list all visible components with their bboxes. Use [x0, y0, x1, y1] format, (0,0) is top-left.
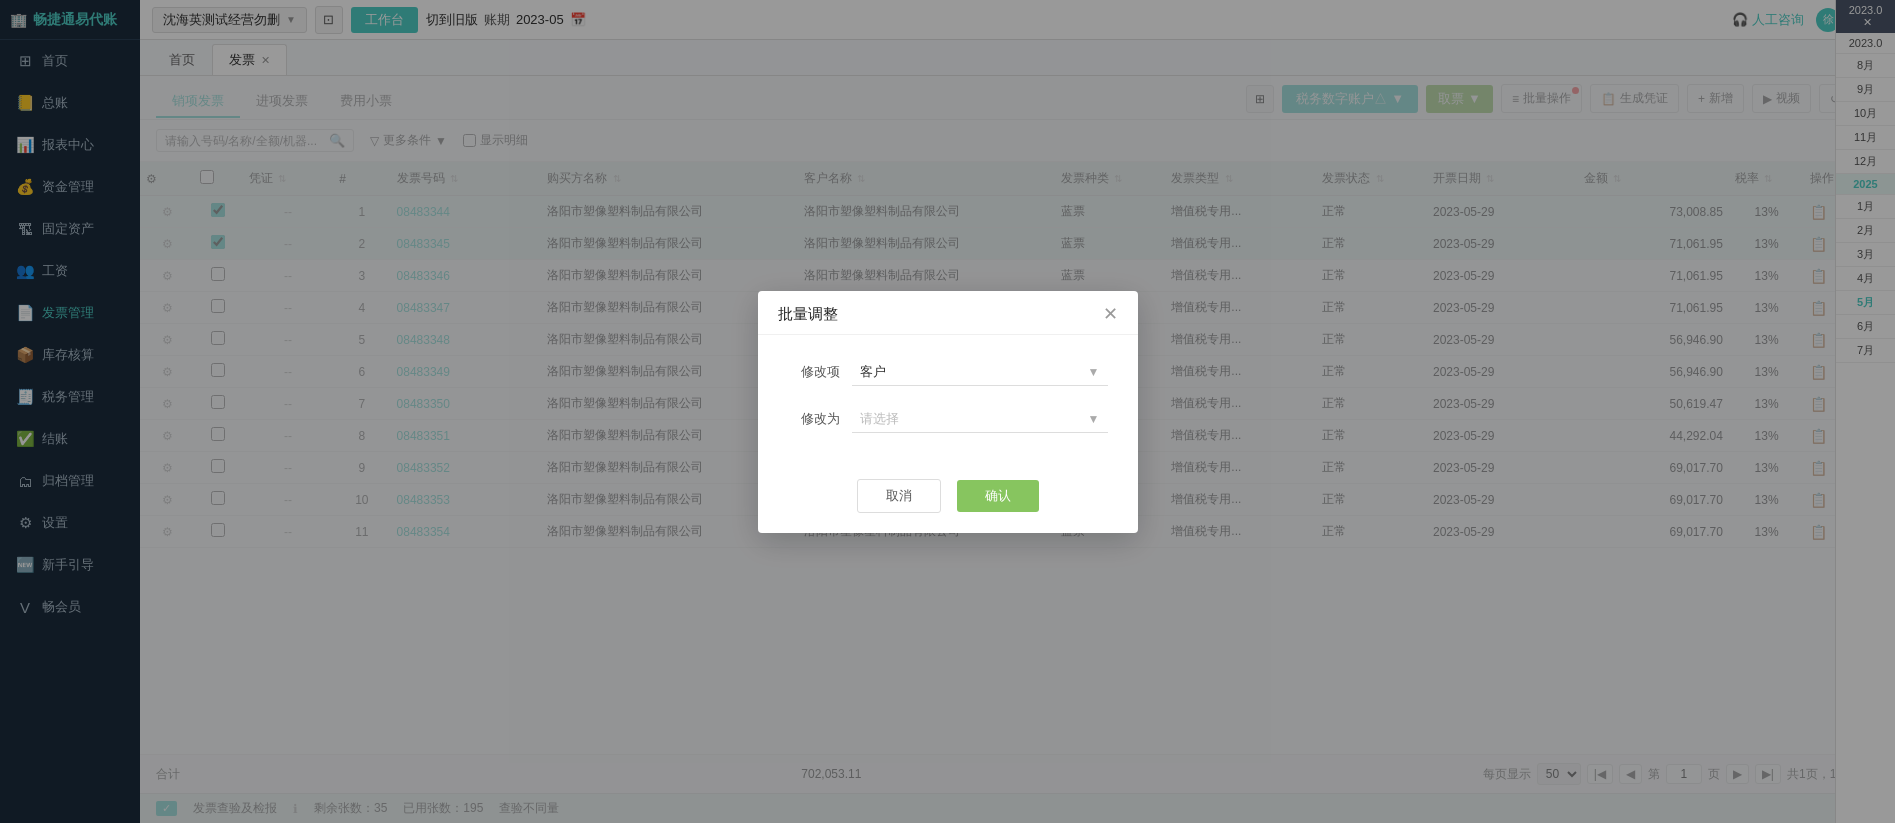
field-select-arrow-icon: ▼ [1088, 365, 1100, 379]
modal-close-button[interactable]: ✕ [1103, 305, 1118, 323]
modify-field-label: 修改项 [788, 363, 840, 381]
modify-to-label: 修改为 [788, 410, 840, 428]
modify-field-value: 客户 [860, 363, 886, 381]
modify-to-placeholder: 请选择 [860, 410, 899, 428]
to-select-arrow-icon: ▼ [1088, 412, 1100, 426]
modify-to-row: 修改为 请选择 ▼ [788, 406, 1108, 433]
modify-field-row: 修改项 客户 ▼ [788, 359, 1108, 386]
modal-title: 批量调整 [778, 305, 838, 324]
modify-to-select[interactable]: 请选择 ▼ [852, 406, 1108, 433]
modal-footer: 取消 确认 [758, 469, 1138, 533]
modal-overlay: 批量调整 ✕ 修改项 客户 ▼ 修改为 请选择 ▼ 取消 确认 [0, 0, 1895, 823]
modify-field-select[interactable]: 客户 ▼ [852, 359, 1108, 386]
batch-adjust-modal: 批量调整 ✕ 修改项 客户 ▼ 修改为 请选择 ▼ 取消 确认 [758, 291, 1138, 533]
modal-header: 批量调整 ✕ [758, 291, 1138, 335]
modal-body: 修改项 客户 ▼ 修改为 请选择 ▼ [758, 335, 1138, 469]
cancel-button[interactable]: 取消 [857, 479, 941, 513]
confirm-button[interactable]: 确认 [957, 480, 1039, 512]
